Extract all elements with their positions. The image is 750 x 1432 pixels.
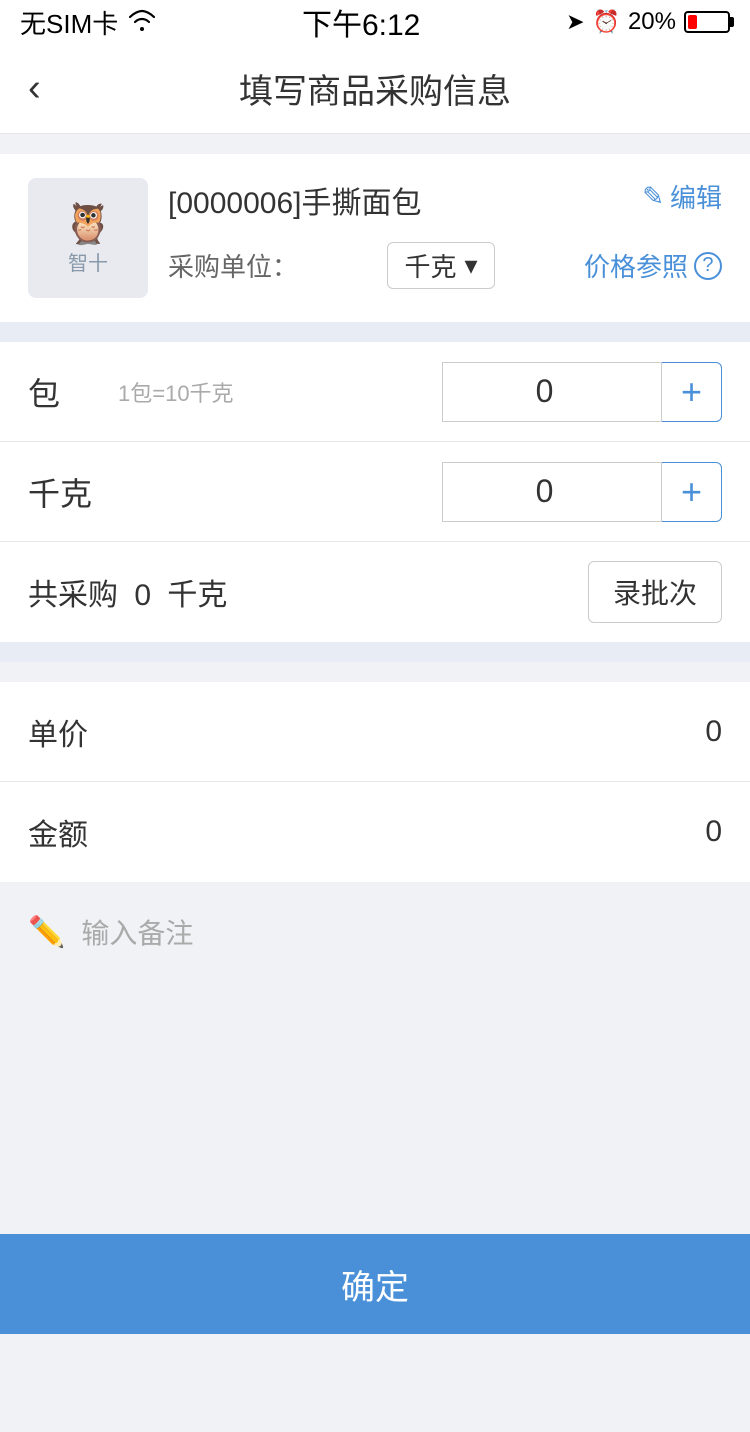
input-section: 包 1包=10千克 + 千克 + <box>0 342 750 542</box>
battery-percent: 20% <box>628 8 676 36</box>
total-label: 共采购 0 千克 <box>28 570 588 614</box>
nav-bar: ‹ 填写商品采购信息 <box>0 44 750 134</box>
alarm-icon: ⏰ <box>593 9 620 35</box>
edit-button[interactable]: ✎ 编辑 <box>642 178 722 215</box>
product-card: 🦉 智十 [0000006]手撕面包 ✎ 编辑 采购单位： 千克 ▾ 价格参照 … <box>0 154 750 322</box>
unit-value: 千克 <box>404 247 456 284</box>
help-icon: ? <box>694 252 722 280</box>
price-ref-button[interactable]: 价格参照 ? <box>584 247 722 284</box>
unit-price-value: 0 <box>705 715 722 749</box>
unit-price-label: 单价 <box>28 710 705 754</box>
amount-label: 金额 <box>28 810 705 854</box>
amount-row: 金额 0 <box>0 782 750 882</box>
kg-input[interactable] <box>442 462 662 522</box>
batch-button[interactable]: 录批次 <box>588 561 722 623</box>
edit-label: 编辑 <box>670 178 722 215</box>
remark-icon: ✏️ <box>28 915 65 950</box>
package-input[interactable] <box>442 362 662 422</box>
remark-placeholder: 输入备注 <box>81 912 193 952</box>
page-title: 填写商品采购信息 <box>239 64 511 113</box>
amount-value: 0 <box>705 815 722 849</box>
total-amount: 0 <box>134 579 151 612</box>
product-header: [0000006]手撕面包 ✎ 编辑 <box>168 178 722 222</box>
status-bar-right: ➤ ⏰ 20% <box>566 8 730 36</box>
kg-plus-button[interactable]: + <box>662 462 722 522</box>
pricing-section: 单价 0 金额 0 <box>0 682 750 882</box>
product-logo-text: 智十 <box>68 247 108 276</box>
back-button[interactable]: ‹ <box>28 67 41 110</box>
package-row: 包 1包=10千克 + <box>0 342 750 442</box>
unit-select[interactable]: 千克 ▾ <box>387 242 494 289</box>
wifi-icon <box>128 7 156 38</box>
confirm-button[interactable]: 确定 <box>0 1234 750 1334</box>
package-sublabel: 1包=10千克 <box>118 376 442 408</box>
unit-label: 采购单位： <box>168 247 298 284</box>
product-info: [0000006]手撕面包 ✎ 编辑 采购单位： 千克 ▾ 价格参照 ? <box>168 178 722 289</box>
edit-icon: ✎ <box>642 181 664 212</box>
total-unit: 千克 <box>167 579 227 612</box>
purchase-unit-row: 采购单位： 千克 ▾ 价格参照 ? <box>168 242 722 289</box>
status-bar: 无SIM卡 下午6:12 ➤ ⏰ 20% <box>0 0 750 44</box>
remark-section[interactable]: ✏️ 输入备注 <box>0 882 750 982</box>
product-logo-icon: 🦉 <box>63 200 113 247</box>
section-divider-2 <box>0 642 750 662</box>
status-time: 下午6:12 <box>302 0 420 44</box>
price-ref-label: 价格参照 <box>584 247 688 284</box>
section-divider-1 <box>0 322 750 342</box>
package-label: 包 <box>28 369 108 415</box>
kg-label: 千克 <box>28 469 108 515</box>
status-bar-left: 无SIM卡 <box>20 4 156 41</box>
location-icon: ➤ <box>566 9 584 35</box>
unit-price-row: 单价 0 <box>0 682 750 782</box>
carrier-label: 无SIM卡 <box>20 4 118 41</box>
package-input-wrap: + <box>442 362 722 422</box>
kg-input-wrap: + <box>442 462 722 522</box>
battery-icon <box>684 11 730 33</box>
total-prefix: 共采购 <box>28 579 118 612</box>
total-row: 共采购 0 千克 录批次 <box>0 542 750 642</box>
kg-row: 千克 + <box>0 442 750 542</box>
product-name: [0000006]手撕面包 <box>168 178 642 222</box>
package-plus-button[interactable]: + <box>662 362 722 422</box>
dropdown-icon: ▾ <box>464 250 477 281</box>
product-image: 🦉 智十 <box>28 178 148 298</box>
